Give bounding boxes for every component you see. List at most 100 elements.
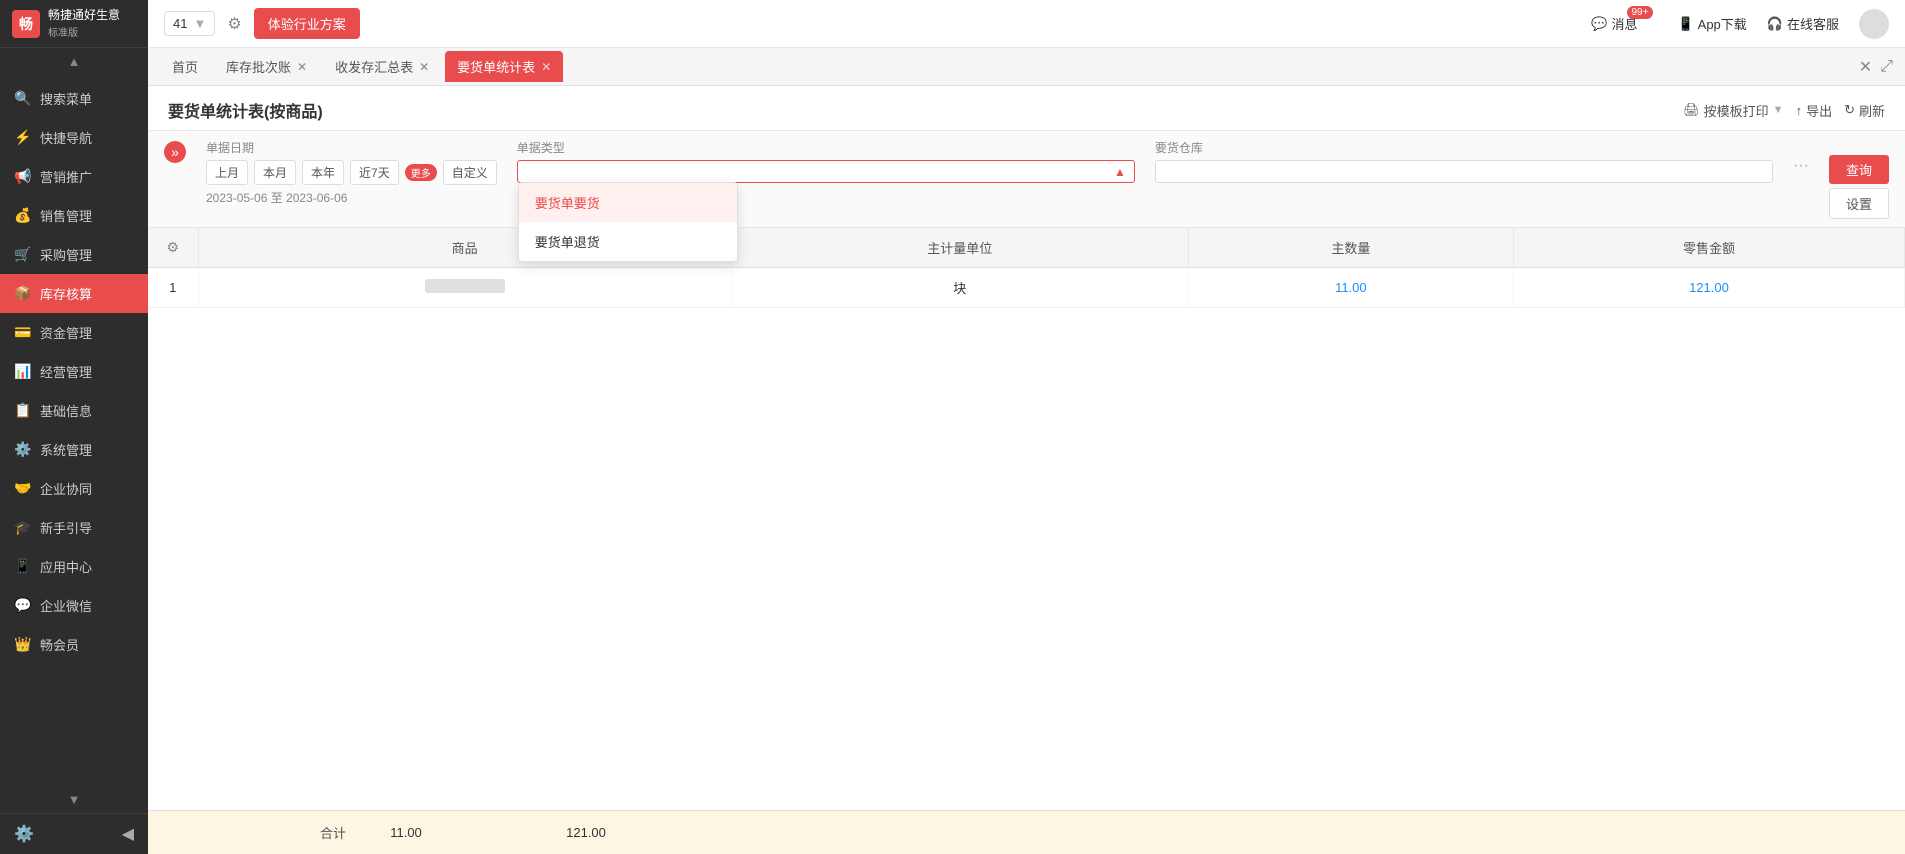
inventory-icon: 📦 <box>14 285 32 303</box>
quick-nav-icon: ⚡ <box>14 129 32 147</box>
sidebar-item-label: 销售管理 <box>40 206 92 225</box>
filter-bar: » 单据日期 上月 本月 本年 近7天 更多 自定义 2023-05-06 至 … <box>148 130 1905 228</box>
sidebar-item-collab[interactable]: 🤝 企业协同 <box>0 469 148 508</box>
search-icon: 🔍 <box>14 90 32 108</box>
warehouse-input-field[interactable] <box>1164 164 1764 179</box>
message-icon: 💬 <box>1591 16 1607 32</box>
column-settings-icon[interactable]: ⚙ <box>166 239 179 255</box>
topbar-right: 💬 消息 99+ 📱 App下载 🎧 在线客服 <box>1591 9 1889 39</box>
date-filter-group: 单据日期 上月 本月 本年 近7天 更多 自定义 2023-05-06 至 20… <box>206 139 497 206</box>
more-filters-icon[interactable]: ··· <box>1793 157 1809 175</box>
footer-amount: 121.00 <box>526 825 646 840</box>
sidebar-item-label: 搜索菜单 <box>40 89 92 108</box>
tab-close-icon[interactable]: ✕ <box>297 60 307 74</box>
type-filter-input[interactable]: ▲ 要货单要货 要货单退货 <box>517 160 1135 183</box>
date-filter-controls: 上月 本月 本年 近7天 更多 自定义 <box>206 160 497 185</box>
sidebar-item-inventory[interactable]: 📦 库存核算 <box>0 274 148 313</box>
tab-batch[interactable]: 库存批次账✕ <box>214 51 319 82</box>
data-table: ⚙ 商品 主计量单位 主数量 零售金额 1 块 11.00 121.00 <box>148 228 1905 308</box>
th-unit: 主计量单位 <box>731 228 1188 268</box>
type-dropdown-arrow[interactable]: ▲ <box>1114 165 1126 179</box>
close-tab-icon[interactable]: ✕ <box>1859 57 1872 77</box>
dropdown-item-order-goods[interactable]: 要货单要货 <box>519 183 737 222</box>
last-month-btn[interactable]: 上月 <box>206 160 248 185</box>
message-badge: 99+ <box>1627 6 1654 19</box>
sidebar-item-label: 经营管理 <box>40 362 92 381</box>
download-icon: 📱 <box>1677 16 1693 32</box>
query-button[interactable]: 查询 <box>1829 155 1889 184</box>
system-icon: ⚙️ <box>14 441 32 459</box>
sidebar-item-finance[interactable]: 💳 资金管理 <box>0 313 148 352</box>
app-download-button[interactable]: 📱 App下载 <box>1677 14 1746 33</box>
collapse-icon[interactable]: ◀ <box>122 824 134 844</box>
app-download-label: App下载 <box>1698 14 1747 33</box>
tab-label: 首页 <box>172 57 198 76</box>
sidebar-item-purchase[interactable]: 🛒 采购管理 <box>0 235 148 274</box>
warehouse-filter-label: 要货仓库 <box>1155 139 1773 156</box>
sidebar-item-sales[interactable]: 💰 销售管理 <box>0 196 148 235</box>
tabs-count: 41 <box>173 16 187 31</box>
refresh-button[interactable]: ↻ 刷新 <box>1844 101 1885 120</box>
sidebar-item-app-center[interactable]: 📱 应用中心 <box>0 547 148 586</box>
tab-label: 要货单统计表 <box>457 57 535 76</box>
cell-quantity: 11.00 <box>1188 268 1513 308</box>
export-button[interactable]: ↑ 导出 <box>1796 101 1833 120</box>
base-info-icon: 📋 <box>14 402 32 420</box>
expand-filter-button[interactable]: » <box>164 141 186 163</box>
chevron-down-icon: ▼ <box>193 16 206 31</box>
dropdown-item-order-return[interactable]: 要货单退货 <box>519 222 737 261</box>
table-scroll[interactable]: ⚙ 商品 主计量单位 主数量 零售金额 1 块 11.00 121.00 <box>148 228 1905 810</box>
tab-close-icon[interactable]: ✕ <box>541 60 551 74</box>
refresh-icon: ↻ <box>1844 102 1855 118</box>
tabs-count-selector[interactable]: 41 ▼ <box>164 11 215 36</box>
last7-btn[interactable]: 近7天 <box>350 160 399 185</box>
more-badge[interactable]: 更多 <box>405 164 437 181</box>
filter-action-buttons: 查询 设置 <box>1829 155 1889 219</box>
titlebar-actions: 🖨 按模板打印 ▼ ↑ 导出 ↻ 刷新 <box>1683 101 1885 120</box>
type-filter-group: 单据类型 ▲ 要货单要货 要货单退货 <box>517 139 1135 183</box>
member-icon: 👑 <box>14 636 32 654</box>
sidebar-item-system[interactable]: ⚙️ 系统管理 <box>0 430 148 469</box>
date-filter-label: 单据日期 <box>206 139 497 156</box>
tab-home[interactable]: 首页 <box>160 51 210 82</box>
warehouse-filter-input[interactable] <box>1155 160 1773 183</box>
sidebar-item-label: 营销推广 <box>40 167 92 186</box>
user-avatar[interactable] <box>1859 9 1889 39</box>
cell-product <box>198 268 731 308</box>
custom-btn[interactable]: 自定义 <box>443 160 497 185</box>
tabbar-actions: ✕ ⤢ <box>1859 57 1893 77</box>
sidebar-item-member[interactable]: 👑 畅会员 <box>0 625 148 664</box>
this-month-btn[interactable]: 本月 <box>254 160 296 185</box>
this-year-btn[interactable]: 本年 <box>302 160 344 185</box>
sidebar-item-wechat[interactable]: 💬 企业微信 <box>0 586 148 625</box>
online-service-button[interactable]: 🎧 在线客服 <box>1767 14 1839 33</box>
marketing-icon: 📢 <box>14 168 32 186</box>
export-icon: ↑ <box>1796 103 1803 118</box>
maximize-icon[interactable]: ⤢ <box>1880 58 1893 76</box>
sidebar-scroll-down[interactable]: ▼ <box>0 786 148 813</box>
table-row: 1 块 11.00 121.00 <box>148 268 1905 308</box>
sidebar-item-search[interactable]: 🔍 搜索菜单 <box>0 79 148 118</box>
type-input-field[interactable] <box>526 164 1114 179</box>
sidebar-header: 畅 畅捷通好生意 标准版 <box>0 0 148 48</box>
message-button[interactable]: 💬 消息 99+ <box>1591 14 1637 33</box>
industry-button[interactable]: 体验行业方案 <box>254 8 360 39</box>
gear-icon[interactable]: ⚙ <box>227 14 241 34</box>
table-body: 1 块 11.00 121.00 <box>148 268 1905 308</box>
tab-collect[interactable]: 收发存汇总表✕ <box>323 51 441 82</box>
settings-icon[interactable]: ⚙️ <box>14 824 34 844</box>
sidebar-item-base-info[interactable]: 📋 基础信息 <box>0 391 148 430</box>
print-icon: 🖨 <box>1683 102 1700 118</box>
sidebar-item-quick-nav[interactable]: ⚡ 快捷导航 <box>0 118 148 157</box>
tabbar: 首页库存批次账✕收发存汇总表✕ 要货单统计表 ✕ ✕ ⤢ <box>148 48 1905 86</box>
sidebar-item-marketing[interactable]: 📢 营销推广 <box>0 157 148 196</box>
sidebar-item-guide[interactable]: 🎓 新手引导 <box>0 508 148 547</box>
setting-button[interactable]: 设置 <box>1829 188 1889 219</box>
sidebar-item-operations[interactable]: 📊 经营管理 <box>0 352 148 391</box>
tab-close-icon[interactable]: ✕ <box>419 60 429 74</box>
wechat-icon: 💬 <box>14 597 32 615</box>
sidebar-scroll-up[interactable]: ▲ <box>0 48 148 75</box>
print-button[interactable]: 🖨 按模板打印 ▼ <box>1683 101 1783 120</box>
tab-order-stat[interactable]: 要货单统计表 ✕ <box>445 51 563 82</box>
sidebar-nav: 🔍 搜索菜单 ⚡ 快捷导航 📢 营销推广 💰 销售管理 🛒 采购管理 📦 库存核… <box>0 75 148 786</box>
